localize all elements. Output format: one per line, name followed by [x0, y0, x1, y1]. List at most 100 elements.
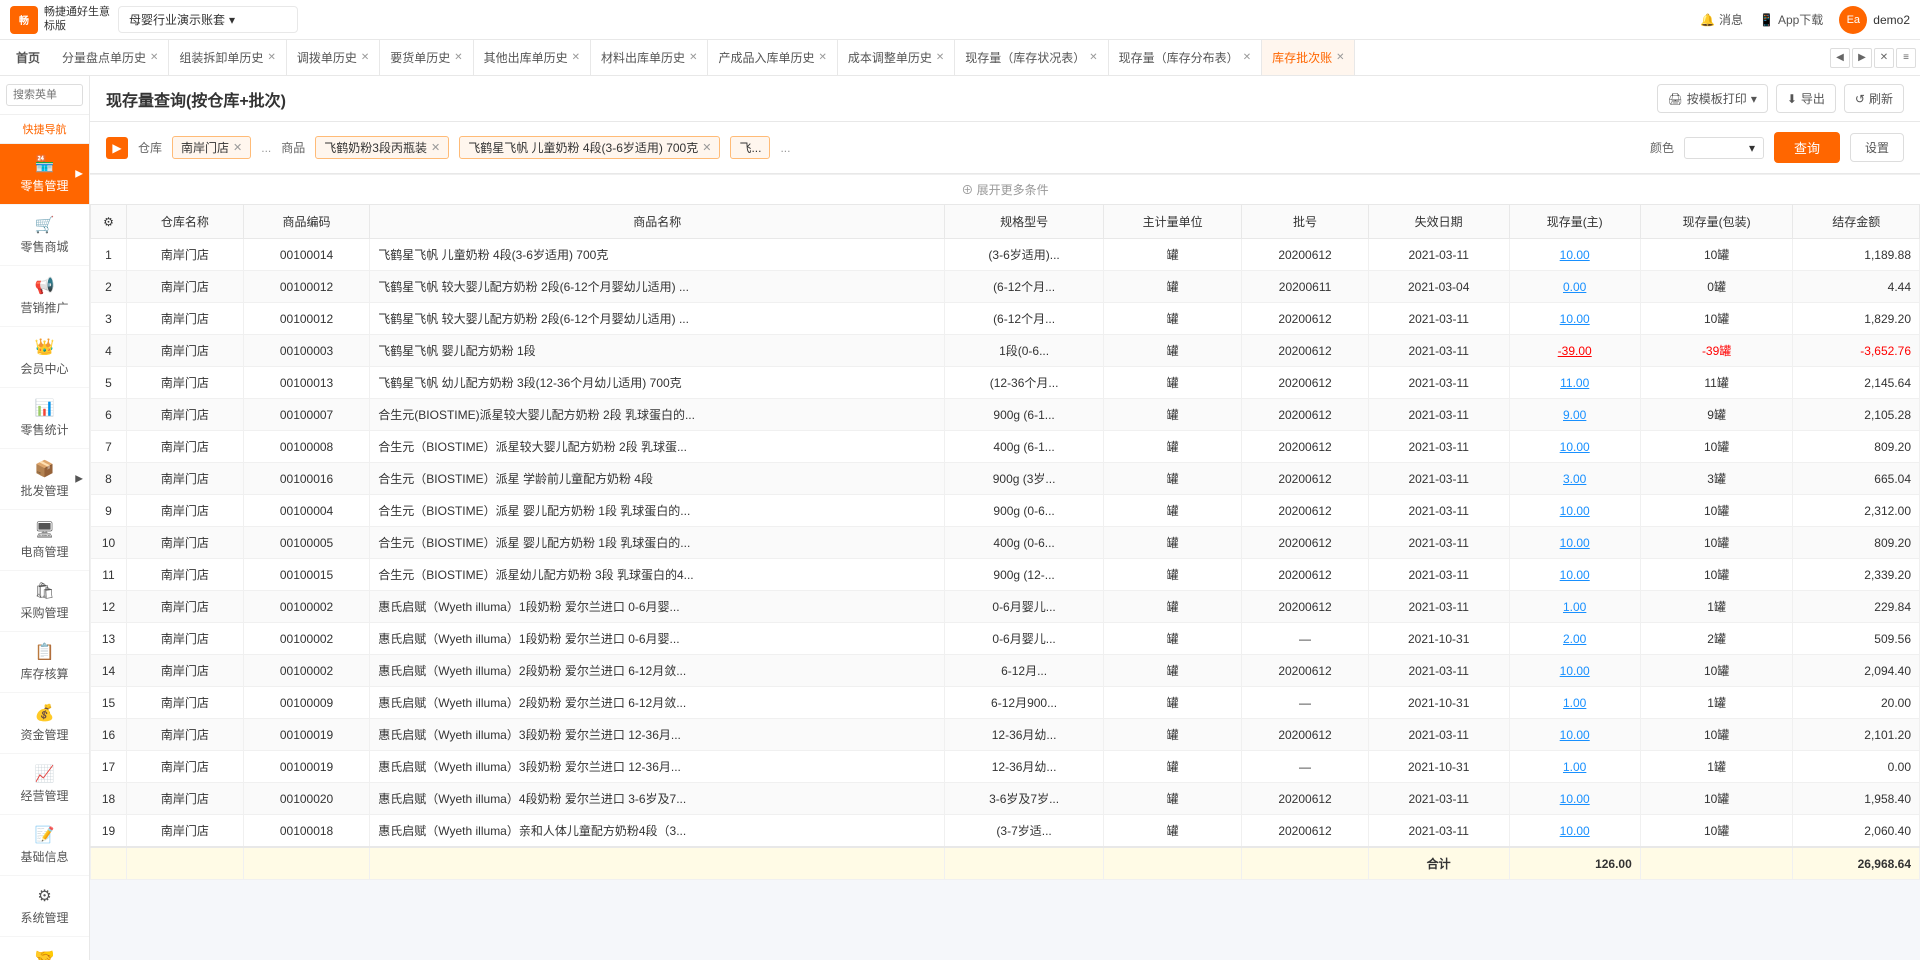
cell-batch: 20200612 — [1242, 335, 1368, 367]
tab-qitachuku[interactable]: 其他出库单历史 ✕ — [474, 40, 591, 76]
close-icon[interactable]: ✕ — [1243, 52, 1251, 63]
product-filter-tag-2[interactable]: 飞鹤星飞帆 儿童奶粉 4段(3-6岁适用) 700克 ✕ — [459, 136, 720, 159]
cell-spec: 900g (0-6... — [945, 495, 1104, 527]
product-more-button[interactable]: ... — [780, 141, 790, 155]
nav-left-button[interactable]: ◀ — [1830, 48, 1850, 68]
close-icon[interactable]: ✕ — [361, 52, 369, 63]
cell-code: 00100009 — [243, 687, 369, 719]
sidebar-item-retail[interactable]: 🏪 零售管理 ▶ — [0, 144, 89, 205]
product-filter-tag-1[interactable]: 飞鹤奶粉3段丙瓶装 ✕ — [315, 136, 449, 159]
close-icon[interactable]: ✕ — [689, 52, 697, 63]
cell-name: 惠氏启赋（Wyeth illuma）2段奶粉 爱尔兰进口 6-12月敛... — [370, 655, 945, 687]
sidebar-item-operation[interactable]: 📈 经营管理 — [0, 754, 89, 815]
sidebar-item-system[interactable]: ⚙ 系统管理 — [0, 876, 89, 937]
app-download-button[interactable]: 📱 App下载 — [1759, 11, 1823, 28]
close-icon[interactable]: ✕ — [702, 141, 711, 154]
product-filter-tag-3[interactable]: 飞... — [730, 136, 770, 159]
cell-warehouse: 南岸门店 — [127, 751, 244, 783]
sidebar-item-inventory[interactable]: 📋 库存核算 — [0, 632, 89, 693]
sidebar-item-ecommerce[interactable]: 🖥 电商管理 — [0, 510, 89, 571]
tab-zuzhuang[interactable]: 组装拆卸单历史 ✕ — [169, 40, 286, 76]
tab-chancheng[interactable]: 产成品入库单历史 ✕ — [708, 40, 837, 76]
close-icon[interactable]: ✕ — [818, 52, 826, 63]
cell-qty-main[interactable]: 10.00 — [1509, 239, 1640, 271]
cell-qty-main[interactable]: 1.00 — [1509, 591, 1640, 623]
cell-qty-main[interactable]: 9.00 — [1509, 399, 1640, 431]
cell-qty-main[interactable]: 1.00 — [1509, 687, 1640, 719]
user-menu[interactable]: Ea demo2 — [1839, 6, 1910, 34]
cell-qty-main[interactable]: 10.00 — [1509, 655, 1640, 687]
cell-warehouse: 南岸门店 — [127, 655, 244, 687]
sidebar-item-retail-stats[interactable]: 📊 零售统计 — [0, 388, 89, 449]
filter-expand-button[interactable]: ▶ — [106, 137, 128, 159]
sidebar-item-wholesale[interactable]: 📦 批发管理 ▶ — [0, 449, 89, 510]
query-button[interactable]: 查询 — [1774, 132, 1840, 163]
search-input[interactable] — [6, 84, 83, 106]
col-header-qty-main: 现存量(主) — [1509, 205, 1640, 239]
industry-selector[interactable]: 母婴行业演示账套 ▾ — [118, 6, 298, 33]
table-row: 15 南岸门店 00100009 惠氏启赋（Wyeth illuma）2段奶粉 … — [91, 687, 1920, 719]
close-icon[interactable]: ✕ — [150, 52, 158, 63]
cell-qty-main[interactable]: 10.00 — [1509, 815, 1640, 848]
sidebar-quick-nav[interactable]: 快捷导航 — [0, 115, 89, 144]
refresh-button[interactable]: ↺ 刷新 — [1844, 84, 1904, 113]
tab-cailiao[interactable]: 材料出库单历史 ✕ — [591, 40, 708, 76]
tab-kucun-pici[interactable]: 库存批次账 ✕ — [1262, 40, 1355, 76]
expand-more-button[interactable]: ⊕ 展开更多条件 — [90, 174, 1920, 204]
cell-qty-pkg: 1罐 — [1640, 591, 1793, 623]
cell-qty-main[interactable]: -39.00 — [1509, 335, 1640, 367]
close-icon[interactable]: ✕ — [454, 52, 462, 63]
message-button[interactable]: 🔔 消息 — [1700, 11, 1743, 28]
sidebar-item-finance[interactable]: 💰 资金管理 — [0, 693, 89, 754]
close-icon[interactable]: ✕ — [267, 52, 275, 63]
nav-right-button[interactable]: ▶ — [1852, 48, 1872, 68]
cell-qty-pkg: 10罐 — [1640, 431, 1793, 463]
col-header-name: 商品名称 — [370, 205, 945, 239]
cell-qty-main[interactable]: 0.00 — [1509, 271, 1640, 303]
cell-qty-main[interactable]: 10.00 — [1509, 719, 1640, 751]
tab-xiancunliang-fenbiao[interactable]: 现存量（库存分布表） ✕ — [1109, 40, 1262, 76]
table-row: 9 南岸门店 00100004 合生元（BIOSTIME）派星 婴儿配方奶粉 1… — [91, 495, 1920, 527]
cell-qty-main[interactable]: 10.00 — [1509, 527, 1640, 559]
close-icon[interactable]: ✕ — [233, 141, 242, 154]
print-button[interactable]: 🖨 按模板打印 ▾ — [1657, 84, 1768, 113]
close-icon[interactable]: ✕ — [1336, 52, 1344, 63]
cell-qty-pkg: 10罐 — [1640, 559, 1793, 591]
cell-code: 00100018 — [243, 815, 369, 848]
sidebar-item-marketing[interactable]: 📢 营销推广 — [0, 266, 89, 327]
cell-qty-main[interactable]: 10.00 — [1509, 559, 1640, 591]
sidebar-item-member[interactable]: 👑 会员中心 — [0, 327, 89, 388]
sidebar-item-mall[interactable]: 🛒 零售商城 — [0, 205, 89, 266]
tab-diaobo[interactable]: 调拨单历史 ✕ — [287, 40, 380, 76]
cell-qty-pkg: -39罐 — [1640, 335, 1793, 367]
cell-qty-main[interactable]: 11.00 — [1509, 367, 1640, 399]
cell-qty-main[interactable]: 1.00 — [1509, 751, 1640, 783]
tab-xiancunliang-zhuangkuang[interactable]: 现存量（库存状况表） ✕ — [955, 40, 1108, 76]
cell-qty-main[interactable]: 10.00 — [1509, 431, 1640, 463]
close-icon[interactable]: ✕ — [936, 52, 944, 63]
close-icon[interactable]: ✕ — [1089, 52, 1097, 63]
sidebar-item-basic[interactable]: 📝 基础信息 — [0, 815, 89, 876]
settings-icon[interactable]: ⚙ — [103, 215, 114, 229]
tab-yaohuo[interactable]: 要货单历史 ✕ — [380, 40, 473, 76]
setting-button[interactable]: 设置 — [1850, 133, 1904, 162]
cell-qty-main[interactable]: 10.00 — [1509, 783, 1640, 815]
marketing-icon: 📢 — [35, 276, 55, 296]
cell-qty-main[interactable]: 10.00 — [1509, 495, 1640, 527]
color-dropdown[interactable]: ▾ — [1684, 137, 1764, 159]
cell-qty-main[interactable]: 2.00 — [1509, 623, 1640, 655]
export-button[interactable]: ⬇ 导出 — [1776, 84, 1836, 113]
nav-close-button[interactable]: ✕ — [1874, 48, 1894, 68]
nav-menu-button[interactable]: ≡ — [1896, 48, 1916, 68]
sidebar-item-purchase[interactable]: 🛍 采购管理 — [0, 571, 89, 632]
tab-chenben[interactable]: 成本调整单历史 ✕ — [838, 40, 955, 76]
tab-fenliang[interactable]: 分量盘点单历史 ✕ — [52, 40, 169, 76]
sidebar-item-enterprise[interactable]: 🤝 企业协同 — [0, 937, 89, 960]
cell-qty-main[interactable]: 10.00 — [1509, 303, 1640, 335]
warehouse-filter-tag[interactable]: 南岸门店 ✕ — [172, 136, 251, 159]
more-button[interactable]: ... — [261, 141, 271, 155]
home-tab[interactable]: 首页 — [4, 40, 52, 76]
cell-qty-main[interactable]: 3.00 — [1509, 463, 1640, 495]
close-icon[interactable]: ✕ — [431, 141, 440, 154]
close-icon[interactable]: ✕ — [572, 52, 580, 63]
